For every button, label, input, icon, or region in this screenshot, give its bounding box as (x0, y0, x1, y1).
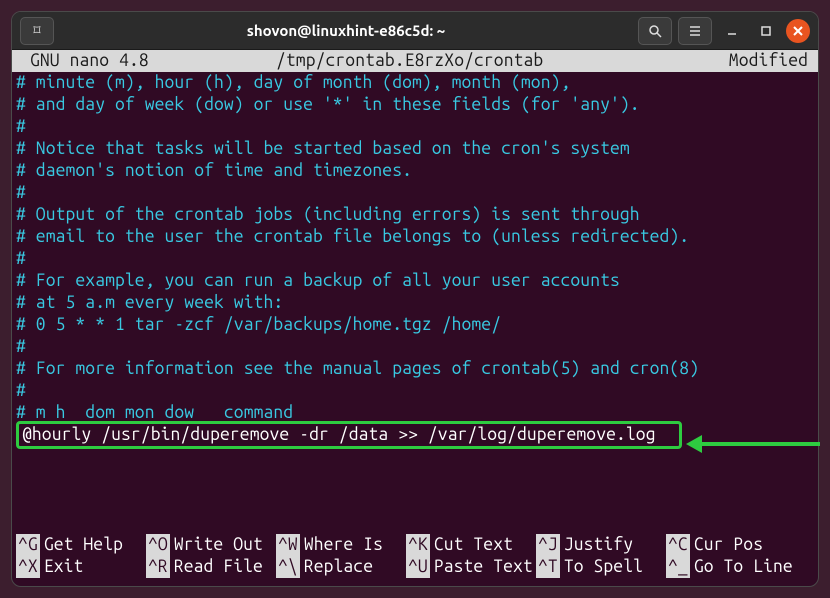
search-button[interactable] (638, 17, 672, 45)
nano-app-name: GNU nano 4.8 (16, 50, 276, 72)
shortcut-justify: ^JJustify (536, 534, 666, 556)
shortcut-whereis: ^WWhere Is (276, 534, 406, 556)
comment-line: # (16, 116, 814, 138)
search-icon (648, 24, 662, 38)
terminal-content[interactable]: GNU nano 4.8 /tmp/crontab.E8rzXo/crontab… (12, 50, 818, 578)
comment-line: # m h dom mon dow command (16, 402, 814, 424)
shortcut-writeout: ^OWrite Out (146, 534, 276, 556)
maximize-icon (760, 25, 772, 37)
comment-line: # For example, you can run a backup of a… (16, 270, 814, 292)
minimize-icon (726, 25, 738, 37)
editor-content[interactable]: # minute (m), hour (h), day of month (do… (12, 72, 818, 424)
shortcut-readfile: ^RRead File (146, 556, 276, 578)
nano-status: Modified (729, 50, 814, 72)
nano-header: GNU nano 4.8 /tmp/crontab.E8rzXo/crontab… (12, 50, 818, 72)
tab-icon: ⌑ (33, 22, 41, 39)
editor-blank-area (12, 446, 818, 534)
nano-filename: /tmp/crontab.E8rzXo/crontab (276, 50, 729, 72)
comment-line: # daemon's notion of time and timezones. (16, 160, 814, 182)
minimize-button[interactable] (718, 17, 746, 45)
comment-line: # at 5 a.m every week with: (16, 292, 814, 314)
terminal-window: ⌑ shovon@linuxhint-e86c5d: ~ GNU nano 4.… (11, 11, 819, 587)
annotation-arrow (700, 442, 820, 446)
menu-button[interactable] (678, 17, 712, 45)
shortcut-row: ^GGet Help ^OWrite Out ^WWhere Is ^KCut … (16, 534, 814, 556)
maximize-button[interactable] (752, 17, 780, 45)
shortcut-spell: ^TTo Spell (536, 556, 666, 578)
comment-line: # minute (m), hour (h), day of month (do… (16, 72, 814, 94)
shortcut-help: ^GGet Help (16, 534, 146, 556)
comment-line: # For more information see the manual pa… (16, 358, 814, 380)
hamburger-icon (688, 24, 702, 38)
window-title: shovon@linuxhint-e86c5d: ~ (54, 22, 638, 39)
shortcut-goto: ^_Go To Line (666, 556, 796, 578)
shortcut-exit: ^XExit (16, 556, 146, 578)
shortcut-cut: ^KCut Text (406, 534, 536, 556)
shortcut-row: ^XExit ^RRead File ^\Replace ^UPaste Tex… (16, 556, 814, 578)
comment-line: # (16, 182, 814, 204)
close-button[interactable] (786, 19, 810, 43)
shortcut-curpos: ^CCur Pos (666, 534, 796, 556)
titlebar: ⌑ shovon@linuxhint-e86c5d: ~ (12, 12, 818, 50)
comment-line: # (16, 248, 814, 270)
comment-line: # Output of the crontab jobs (including … (16, 204, 814, 226)
comment-line: # 0 5 * * 1 tar -zcf /var/backups/home.t… (16, 314, 814, 336)
comment-line: # email to the user the crontab file bel… (16, 226, 814, 248)
comment-line: # (16, 380, 814, 402)
comment-line: # and day of week (dow) or use '*' in th… (16, 94, 814, 116)
comment-line: # (16, 336, 814, 358)
shortcut-paste: ^UPaste Text (406, 556, 536, 578)
nano-shortcuts: ^GGet Help ^OWrite Out ^WWhere Is ^KCut … (12, 534, 818, 578)
close-icon (793, 26, 803, 36)
shortcut-replace: ^\Replace (276, 556, 406, 578)
comment-line: # Notice that tasks will be started base… (16, 138, 814, 160)
new-tab-button[interactable]: ⌑ (20, 17, 54, 45)
